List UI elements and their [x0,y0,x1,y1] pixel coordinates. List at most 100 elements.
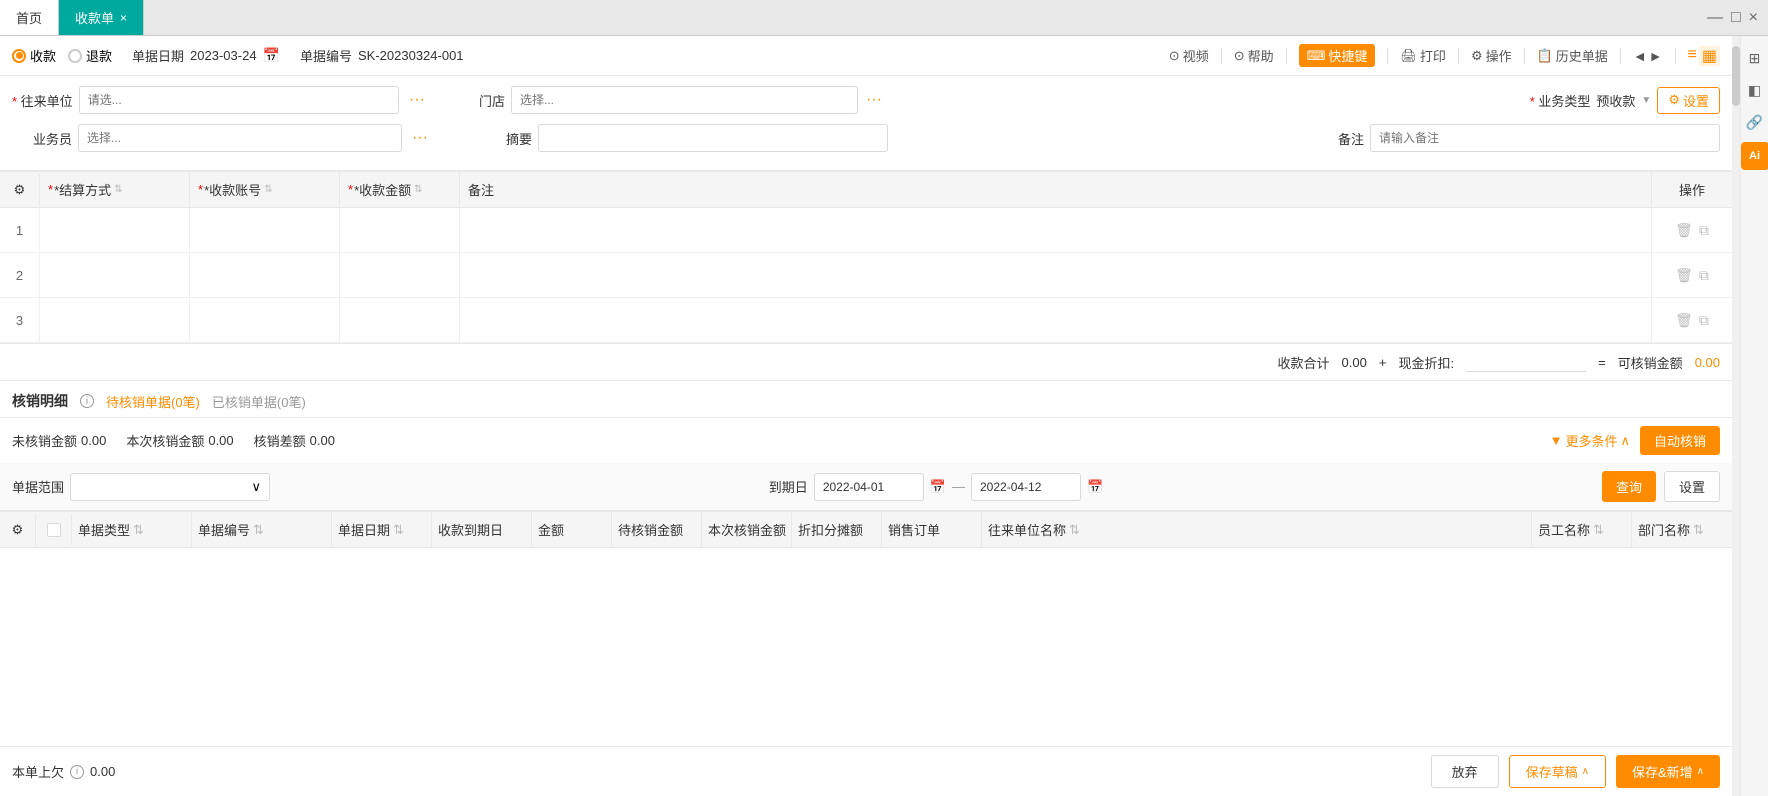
sort-amount-icon[interactable]: ⇅ [414,184,422,195]
sort-account-icon[interactable]: ⇅ [264,184,272,195]
bth-settings[interactable]: ⚙ [0,514,36,546]
sidebar-icon-table[interactable]: ⊞ [1743,46,1767,70]
table-row: 1 🗑 ⧉ [0,208,1732,253]
delete-icon[interactable]: 🗑 [1675,267,1693,284]
shortcut-button[interactable]: ⌨ 快捷键 [1299,44,1376,67]
sidebar-icon-panel[interactable]: ◧ [1743,78,1767,102]
print-button[interactable]: 🖨 打印 [1400,46,1446,65]
delete-icon[interactable]: 🗑 [1675,312,1693,329]
footer: 本单上欠 i 0.00 放弃 保存草稿 ∧ 保存&新增 ∧ [0,746,1732,796]
filter-actions: 查询 设置 [1602,471,1720,502]
tab-receipt[interactable]: 收款单 × [59,0,144,35]
radio-receipt-circle [12,49,26,63]
footer-info-icon[interactable]: i [70,765,84,779]
scroll-thumb[interactable] [1732,46,1740,106]
window-close-button[interactable]: × [1749,9,1758,27]
scroll-track[interactable] [1732,36,1740,796]
td-row2-account[interactable] [190,253,340,297]
view-list-icon[interactable]: ≡ [1688,46,1697,66]
delete-icon[interactable]: 🗑 [1675,222,1693,239]
copy-icon[interactable]: ⧉ [1699,267,1709,284]
calendar-from-icon[interactable]: 📅 [930,479,946,495]
td-row3-account[interactable] [190,298,340,342]
td-row3-remark[interactable] [460,298,1652,342]
bth-check[interactable] [36,515,72,545]
partner-label: 往来单位 [12,91,73,110]
minimize-button[interactable]: — [1707,9,1723,27]
sort-dept-icon[interactable]: ⇅ [1693,522,1704,538]
operation-button[interactable]: ⚙ 操作 [1471,46,1512,65]
store-more-icon[interactable]: ··· [862,91,886,109]
sort-staff-icon[interactable]: ⇅ [1593,522,1604,538]
staff-more-icon[interactable]: ··· [408,129,432,147]
date-calendar-icon[interactable]: 📅 [263,47,280,64]
discard-button[interactable]: 放弃 [1431,755,1499,788]
business-type-field: 业务类型 预收款 ▼ ⚙ 设置 [1303,87,1720,114]
sidebar-icon-ai[interactable]: Ai [1741,142,1768,170]
td-row1-amount[interactable] [340,208,460,252]
partner-input[interactable] [79,86,399,114]
bth-staff: 员工名称 ⇅ [1532,512,1632,547]
td-row2-method[interactable] [40,253,190,297]
this-verify-value: 0.00 [208,433,233,448]
copy-icon[interactable]: ⧉ [1699,312,1709,329]
table-settings-button[interactable]: 设置 [1664,471,1720,502]
business-type-chevron-icon[interactable]: ▼ [1641,95,1651,106]
staff-input[interactable] [78,124,402,152]
th-settings[interactable]: ⚙ [0,174,40,206]
total-label: 收款合计 [1278,353,1330,372]
sort-date-icon[interactable]: ⇅ [393,522,404,538]
auto-offset-button[interactable]: 自动核销 [1640,426,1720,455]
td-row1-remark[interactable] [460,208,1652,252]
date-to-input[interactable] [971,473,1081,501]
query-button[interactable]: 查询 [1602,471,1656,502]
history-button[interactable]: 📋 历史单据 [1537,46,1608,65]
store-input[interactable] [511,86,858,114]
td-row1-account[interactable] [190,208,340,252]
td-row3-method[interactable] [40,298,190,342]
copy-icon[interactable]: ⧉ [1699,222,1709,239]
bth-pending: 待核销金额 [612,512,702,547]
unverified-value: 0.00 [81,433,106,448]
radio-receipt[interactable]: 收款 [12,46,56,65]
nav-prev-icon[interactable]: ◄ [1633,48,1647,64]
td-row3-amount[interactable] [340,298,460,342]
range-select[interactable]: ∨ [70,473,270,501]
calendar-to-icon[interactable]: 📅 [1087,479,1103,495]
settings-button[interactable]: ⚙ 设置 [1657,87,1720,114]
video-button[interactable]: ⊙ 视频 [1169,46,1209,65]
info-icon[interactable]: i [80,394,94,408]
nav-next-icon[interactable]: ► [1649,48,1663,64]
td-row2-remark[interactable] [460,253,1652,297]
row2-actions: 🗑 ⧉ [1675,267,1709,284]
pending-tab[interactable]: 待核销单据(0笔) [106,392,200,411]
close-icon[interactable]: × [120,11,127,25]
note-input[interactable] [1370,124,1720,152]
diff-label: 核销差额 [254,431,306,450]
sort-partner-icon[interactable]: ⇅ [1069,522,1080,538]
partner-more-icon[interactable]: ··· [405,91,429,109]
summary-input[interactable] [538,124,888,152]
tab-home[interactable]: 首页 [0,0,59,35]
view-card-icon[interactable]: ▦ [1699,46,1720,66]
date-from-input[interactable] [814,473,924,501]
save-new-button[interactable]: 保存&新增 ∧ [1616,755,1720,788]
verified-tab[interactable]: 已核销单据(0笔) [212,392,306,411]
discount-input[interactable] [1466,352,1586,372]
maximize-button[interactable]: □ [1731,9,1741,27]
sort-num-icon[interactable]: ⇅ [253,522,264,538]
sort-method-icon[interactable]: ⇅ [114,184,122,195]
unverified-stat: 未核销金额 0.00 [12,431,106,450]
save-draft-button[interactable]: 保存草稿 ∧ [1509,755,1606,788]
sidebar-icon-link[interactable]: 🔗 [1743,110,1767,134]
due-label: 到期日 [769,477,808,496]
td-row1-method[interactable] [40,208,190,252]
toolbar: 收款 退款 单据日期 2023-03-24 📅 单据编号 SK-20230324… [0,36,1732,76]
help-button[interactable]: ⊙ 帮助 [1234,46,1274,65]
td-row2-amount[interactable] [340,253,460,297]
table-row: 2 🗑 ⧉ [0,253,1732,298]
checkbox-all[interactable] [47,523,61,537]
more-conditions-button[interactable]: ▼ 更多条件 ∧ [1550,431,1630,450]
radio-refund[interactable]: 退款 [68,46,112,65]
sort-type-icon[interactable]: ⇅ [133,522,144,538]
